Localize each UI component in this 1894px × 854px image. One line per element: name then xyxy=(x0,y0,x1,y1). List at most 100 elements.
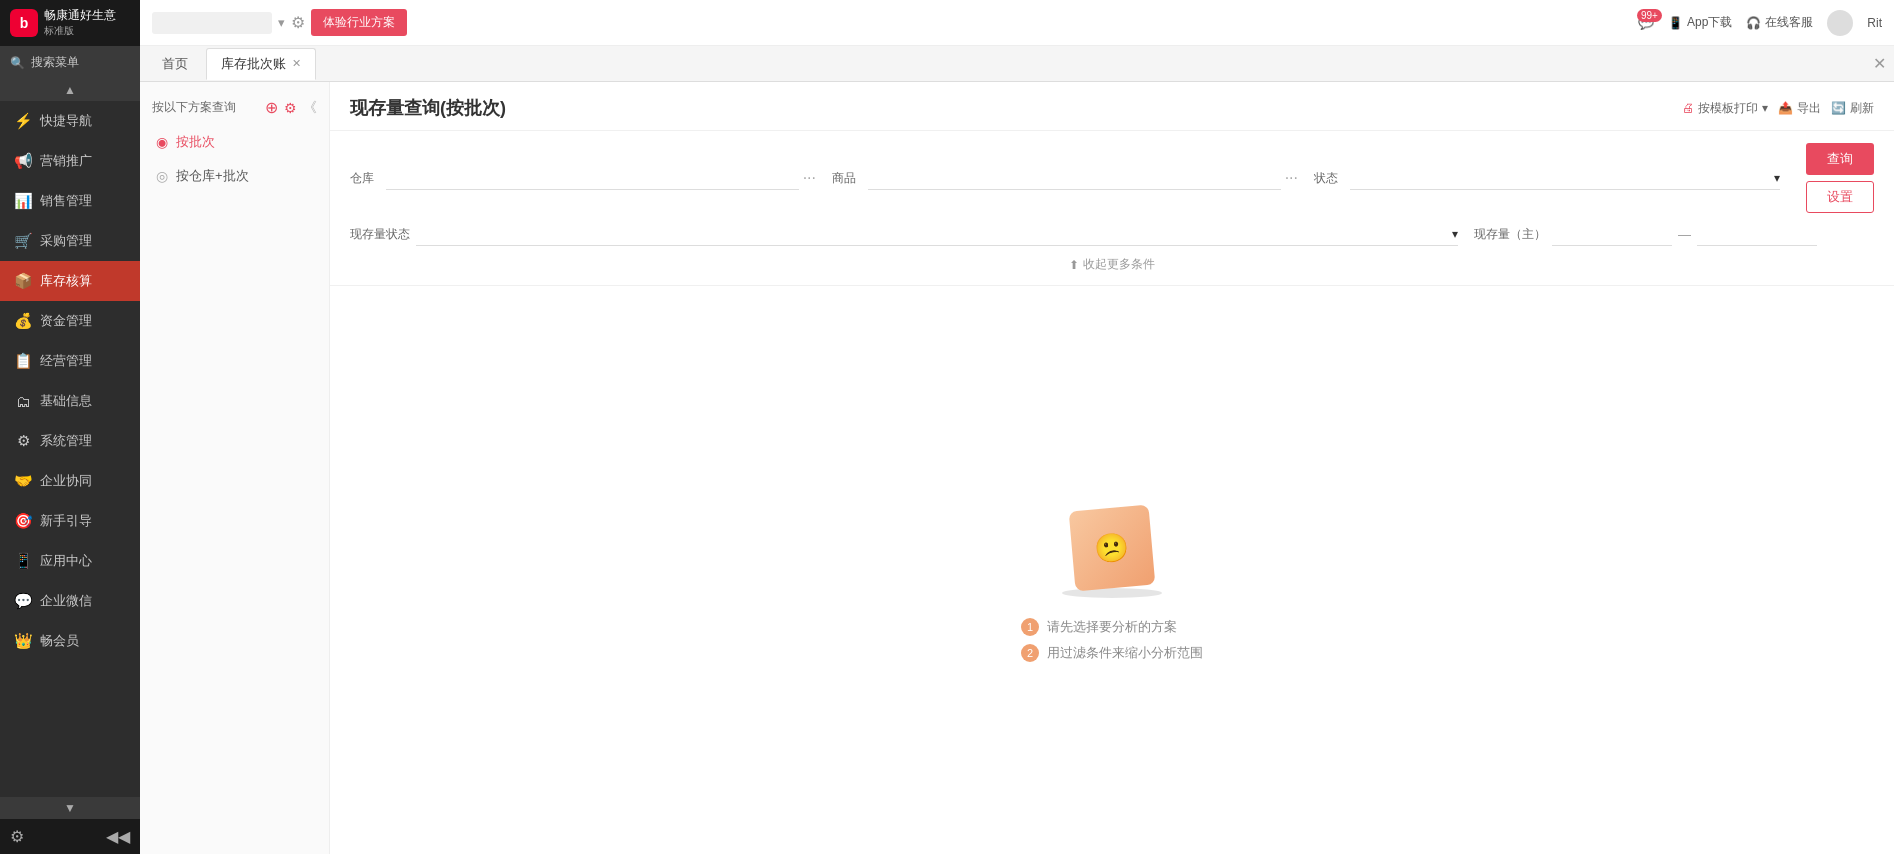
tabbar-close-all[interactable]: ✕ xyxy=(1873,54,1886,73)
product-label: 商品 xyxy=(832,170,862,187)
topbar-gear-icon[interactable]: ⚙ xyxy=(291,13,305,32)
query-button[interactable]: 查询 xyxy=(1806,143,1874,175)
sidebar-item-operation[interactable]: 📋 经营管理 xyxy=(0,341,140,381)
sidebar-item-basic[interactable]: 🗂 基础信息 xyxy=(0,381,140,421)
product-input[interactable] xyxy=(868,167,1281,190)
sidebar-item-label: 畅会员 xyxy=(40,632,79,650)
warehouse-more-icon[interactable]: ··· xyxy=(803,169,816,187)
add-plan-icon[interactable]: ⊕ xyxy=(265,98,278,117)
export-icon: 📤 xyxy=(1778,101,1793,115)
online-service-label: 在线客服 xyxy=(1765,14,1813,31)
plan-item-batch[interactable]: ◉ 按批次 xyxy=(140,125,329,159)
avatar[interactable] xyxy=(1827,10,1853,36)
tab-home-label: 首页 xyxy=(162,55,188,73)
warehouse-input[interactable] xyxy=(386,167,799,190)
empty-state: 😕 1 请先选择要分析的方案 2 用过滤条件来缩小分析范围 xyxy=(330,286,1894,854)
empty-step-2: 2 用过滤条件来缩小分析范围 xyxy=(1021,644,1203,662)
settings-icon[interactable]: ⚙ xyxy=(10,827,24,846)
step-2-text: 用过滤条件来缩小分析范围 xyxy=(1047,644,1203,662)
sidebar-item-label: 资金管理 xyxy=(40,312,92,330)
app-download-button[interactable]: 📱 App下载 xyxy=(1668,14,1732,31)
sidebar-item-marketing[interactable]: 📢 营销推广 xyxy=(0,141,140,181)
system-icon: ⚙ xyxy=(14,432,32,450)
plan-inactive-icon: ◎ xyxy=(156,168,168,184)
filter-row-1: 仓库 ··· 商品 ··· 状态 ▾ xyxy=(350,143,1874,213)
empty-step-1: 1 请先选择要分析的方案 xyxy=(1021,618,1203,636)
inventory-qty-to[interactable] xyxy=(1697,223,1817,246)
sidebar-item-appcenter[interactable]: 📱 应用中心 xyxy=(0,541,140,581)
sidebar-item-system[interactable]: ⚙ 系统管理 xyxy=(0,421,140,461)
plan-label: 按批次 xyxy=(176,133,215,151)
topbar-search-input[interactable] xyxy=(152,12,272,34)
refresh-button[interactable]: 🔄 刷新 xyxy=(1831,100,1874,117)
sidebar-item-label: 新手引导 xyxy=(40,512,92,530)
tab-active-label: 库存批次账 xyxy=(221,55,286,73)
inventory-qty-label: 现存量（主） xyxy=(1474,226,1546,243)
sidebar-item-wechat[interactable]: 💬 企业微信 xyxy=(0,581,140,621)
collapse-panel-icon[interactable]: 《 xyxy=(303,99,317,117)
sidebar-item-label: 销售管理 xyxy=(40,192,92,210)
page-header: 现存量查询(按批次) 🖨 按模板打印 ▾ 📤 导出 🔄 刷新 xyxy=(330,82,1894,131)
page-title: 现存量查询(按批次) xyxy=(350,96,506,120)
sidebar-item-label: 库存核算 xyxy=(40,272,92,290)
sales-icon: 📊 xyxy=(14,192,32,210)
sidebar-brand: 畅康通好生意 标准版 xyxy=(44,8,116,38)
main-area: ▾ ⚙ 体验行业方案 💬 99+ 📱 App下载 🎧 在线客服 Rit 首页 xyxy=(140,0,1894,854)
empty-face-icon: 😕 xyxy=(1093,530,1131,566)
filter-actions: 查询 设置 xyxy=(1806,143,1874,213)
inventory-qty-filter: 现存量（主） — xyxy=(1474,223,1874,246)
print-button[interactable]: 🖨 按模板打印 ▾ xyxy=(1682,100,1768,117)
online-service-button[interactable]: 🎧 在线客服 xyxy=(1746,14,1813,31)
tab-home[interactable]: 首页 xyxy=(148,49,202,79)
sidebar-scroll-down[interactable]: ▼ xyxy=(0,797,140,819)
username-label[interactable]: Rit xyxy=(1867,16,1882,30)
topbar-chevron-icon[interactable]: ▾ xyxy=(278,15,285,30)
sidebar-item-finance[interactable]: 💰 资金管理 xyxy=(0,301,140,341)
plan-settings-icon[interactable]: ⚙ xyxy=(284,100,297,116)
sidebar-search-label: 搜索菜单 xyxy=(31,54,79,71)
plan-active-icon: ◉ xyxy=(156,134,168,150)
sidebar-item-sales[interactable]: 📊 销售管理 xyxy=(0,181,140,221)
tab-close-icon[interactable]: ✕ xyxy=(292,57,301,70)
step-2-number: 2 xyxy=(1021,644,1039,662)
warehouse-filter: 仓库 ··· xyxy=(350,167,816,190)
product-more-icon[interactable]: ··· xyxy=(1285,169,1298,187)
sidebar-item-newbie[interactable]: 🎯 新手引导 xyxy=(0,501,140,541)
sidebar-search[interactable]: 🔍 搜索菜单 xyxy=(0,46,140,79)
app-download-icon: 📱 xyxy=(1668,16,1683,30)
sidebar-scroll-up[interactable]: ▲ xyxy=(0,79,140,101)
sidebar-item-enterprise[interactable]: 🤝 企业协同 xyxy=(0,461,140,501)
status-select[interactable]: ▾ xyxy=(1350,167,1780,190)
marketing-icon: 📢 xyxy=(14,152,32,170)
print-dropdown-icon[interactable]: ▾ xyxy=(1762,101,1768,115)
filter-row-2: 现存量状态 ▾ 现存量（主） — xyxy=(350,223,1874,246)
inventory-status-select[interactable]: ▾ xyxy=(416,223,1458,246)
inventory-qty-from[interactable] xyxy=(1552,223,1672,246)
sidebar-item-inventory[interactable]: 📦 库存核算 xyxy=(0,261,140,301)
collapse-filter-button[interactable]: ⬆ 收起更多条件 xyxy=(350,256,1874,273)
topbar: ▾ ⚙ 体验行业方案 💬 99+ 📱 App下载 🎧 在线客服 Rit xyxy=(140,0,1894,46)
sidebar-item-label: 经营管理 xyxy=(40,352,92,370)
trial-button[interactable]: 体验行业方案 xyxy=(311,9,407,36)
export-button[interactable]: 📤 导出 xyxy=(1778,100,1821,117)
newbie-icon: 🎯 xyxy=(14,512,32,530)
content-area: 按以下方案查询 ⊕ ⚙ 《 ◉ 按批次 ◎ 按仓库+批次 现存量查询(按批次) xyxy=(140,82,1894,854)
headset-icon: 🎧 xyxy=(1746,16,1761,30)
step-1-text: 请先选择要分析的方案 xyxy=(1047,618,1177,636)
refresh-label: 刷新 xyxy=(1850,100,1874,117)
status-chevron-icon: ▾ xyxy=(1774,171,1780,185)
sidebar-item-quick-nav[interactable]: ⚡ 快捷导航 xyxy=(0,101,140,141)
sidebar-nav: ⚡ 快捷导航 📢 营销推广 📊 销售管理 🛒 采购管理 📦 库存核算 💰 资金管… xyxy=(0,101,140,797)
refresh-icon: 🔄 xyxy=(1831,101,1846,115)
topbar-right: 💬 99+ 📱 App下载 🎧 在线客服 Rit xyxy=(1638,10,1882,36)
tabbar: 首页 库存批次账 ✕ ✕ xyxy=(140,46,1894,82)
sidebar-item-purchase[interactable]: 🛒 采购管理 xyxy=(0,221,140,261)
plan-item-warehouse-batch[interactable]: ◎ 按仓库+批次 xyxy=(140,159,329,193)
settings-button[interactable]: 设置 xyxy=(1806,181,1874,213)
left-panel-header: 按以下方案查询 ⊕ ⚙ 《 xyxy=(140,92,329,125)
messages-button[interactable]: 💬 99+ xyxy=(1638,15,1654,30)
sidebar-item-member[interactable]: 👑 畅会员 xyxy=(0,621,140,661)
tab-inventory-batch[interactable]: 库存批次账 ✕ xyxy=(206,48,316,80)
collapse-sidebar-icon[interactable]: ◀◀ xyxy=(106,827,130,846)
left-panel: 按以下方案查询 ⊕ ⚙ 《 ◉ 按批次 ◎ 按仓库+批次 xyxy=(140,82,330,854)
